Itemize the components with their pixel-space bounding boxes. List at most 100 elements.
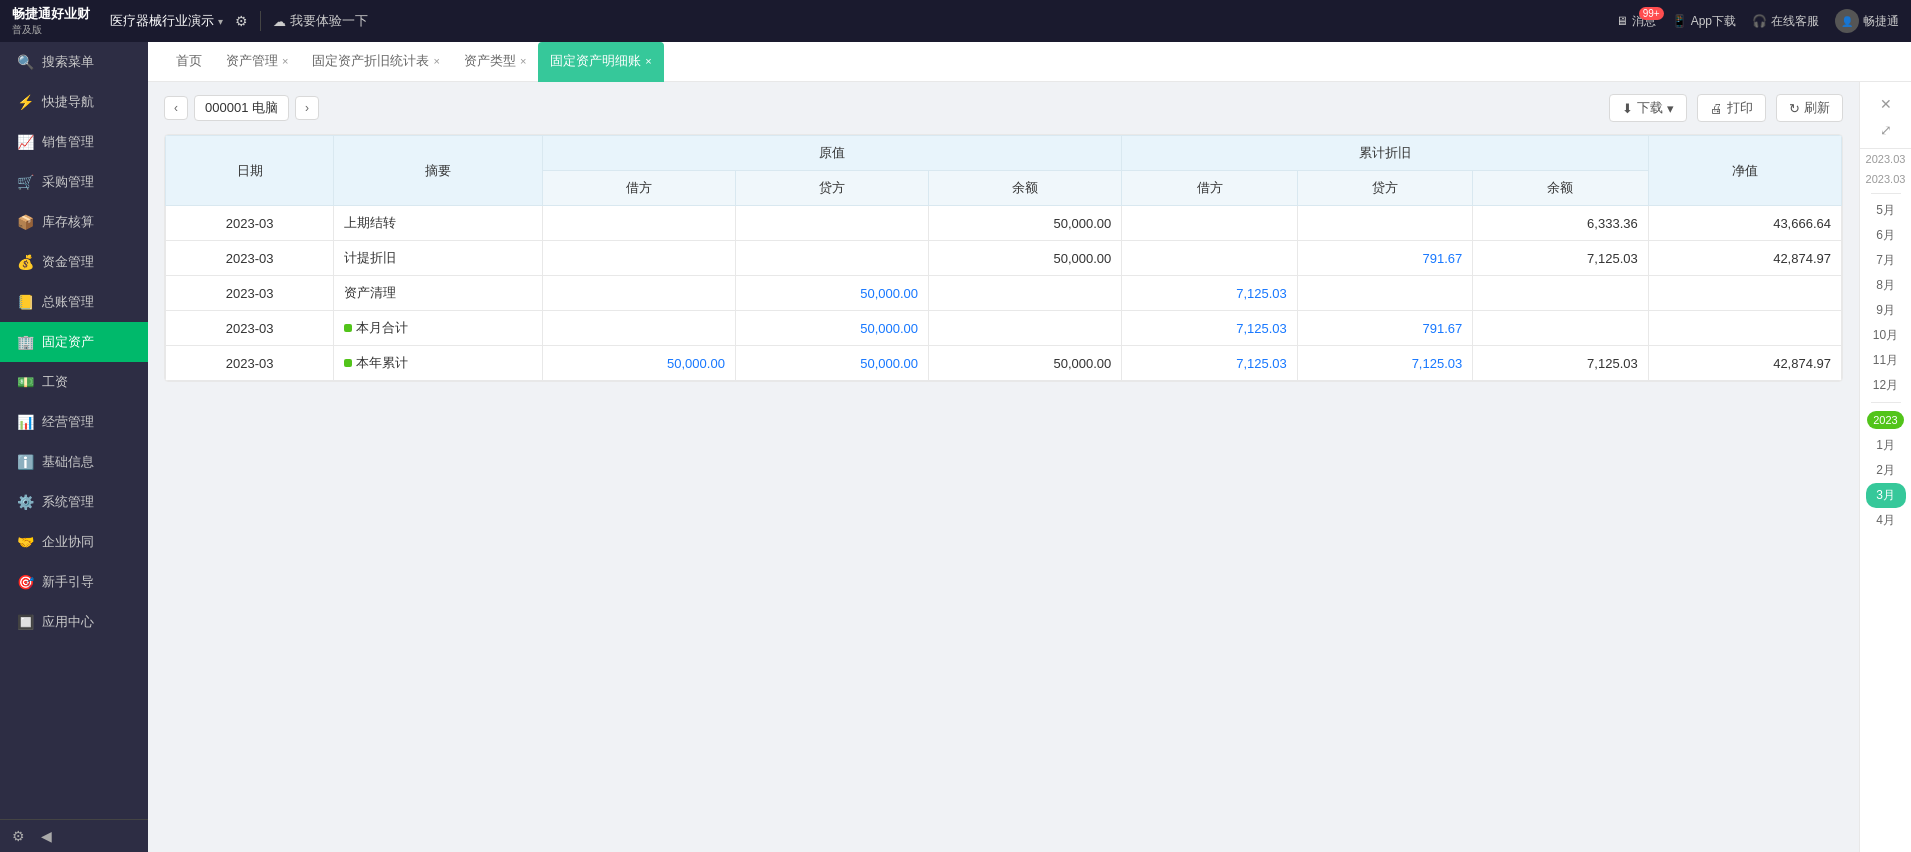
col-accumulated-depreciation: 累计折旧 — [1122, 136, 1648, 171]
asset-code-tag: 000001 电脑 — [194, 95, 289, 121]
col-net-value: 净值 — [1648, 136, 1841, 206]
sidebar-footer: ⚙ ◀ — [0, 819, 148, 852]
table-row: 2023-03本年累计50,000.0050,000.0050,000.007,… — [166, 346, 1842, 381]
sidebar-item-guide[interactable]: 🎯 新手引导 — [0, 562, 148, 602]
sidebar-item-operations[interactable]: 📊 经营管理 — [0, 402, 148, 442]
page-content: ‹ 000001 电脑 › ⬇ 下载 ▾ 🖨 打印 — [148, 82, 1911, 852]
sidebar-item-search[interactable]: 🔍 搜索菜单 — [0, 42, 148, 82]
col-acc-balance: 余额 — [1473, 171, 1648, 206]
refresh-btn[interactable]: ↻ 刷新 — [1776, 94, 1843, 122]
enterprise-icon: 🤝 — [16, 533, 34, 551]
main-layout: 🔍 搜索菜单 ⚡ 快捷导航 📈 销售管理 🛒 采购管理 📦 库存核算 💰 — [0, 42, 1911, 852]
tab-fixed-asset-depreciation[interactable]: 固定资产折旧统计表 × — [300, 42, 451, 82]
fixed-assets-icon: 🏢 — [16, 333, 34, 351]
headset-icon: 🎧 — [1752, 14, 1767, 28]
ledger-icon: 📒 — [16, 293, 34, 311]
month-mar-active[interactable]: 3月 — [1866, 483, 1906, 508]
salary-icon: 💵 — [16, 373, 34, 391]
top-bar-right: 🖥 消息 99+ 📱 App下载 🎧 在线客服 👤 畅捷通 — [1616, 9, 1899, 33]
close-tab-depreciation[interactable]: × — [433, 55, 439, 67]
sidebar-item-fund[interactable]: 💰 资金管理 — [0, 242, 148, 282]
table-row: 2023-03计提折旧50,000.00791.677,125.0342,874… — [166, 241, 1842, 276]
basic-info-icon: ℹ️ — [16, 453, 34, 471]
sidebar-item-inventory[interactable]: 📦 库存核算 — [0, 202, 148, 242]
experience-btn[interactable]: ☁ 我要体验一下 — [273, 12, 368, 30]
timeline-date-2: 2023.03 — [1866, 169, 1906, 189]
toolbar-actions: ⬇ 下载 ▾ 🖨 打印 ↻ 刷新 — [1609, 94, 1843, 122]
prev-asset-btn[interactable]: ‹ — [164, 96, 188, 120]
month-12[interactable]: 12月 — [1866, 373, 1906, 398]
main-content: ‹ 000001 电脑 › ⬇ 下载 ▾ 🖨 打印 — [148, 82, 1859, 852]
timeline-panel: ✕ ⤢ 2023.03 2023.03 5月 6月 7月 8月 9月 10月 1… — [1859, 82, 1911, 852]
month-8[interactable]: 8月 — [1866, 273, 1906, 298]
sidebar-item-basic-info[interactable]: ℹ️ 基础信息 — [0, 442, 148, 482]
sidebar-item-salary[interactable]: 💵 工资 — [0, 362, 148, 402]
user-menu-btn[interactable]: 👤 畅捷通 — [1835, 9, 1899, 33]
sidebar-item-app-center[interactable]: 🔲 应用中心 — [0, 602, 148, 642]
tab-bar: 首页 资产管理 × 固定资产折旧统计表 × 资产类型 × 固定资产明细账 × — [148, 42, 1911, 82]
detail-table: 日期 摘要 原值 累计折旧 净值 借方 贷方 余额 借方 — [165, 135, 1842, 381]
expand-panel-btn[interactable]: ⤢ — [1876, 118, 1896, 142]
logo: 畅捷通好业财 普及版 — [12, 6, 90, 36]
col-date: 日期 — [166, 136, 334, 206]
collapse-sidebar-icon[interactable]: ◀ — [41, 828, 52, 844]
month-jan[interactable]: 1月 — [1866, 433, 1906, 458]
month-feb[interactable]: 2月 — [1866, 458, 1906, 483]
print-icon: 🖨 — [1710, 101, 1723, 116]
col-acc-credit: 贷方 — [1297, 171, 1472, 206]
tab-home[interactable]: 首页 — [164, 42, 214, 82]
sidebar: 🔍 搜索菜单 ⚡ 快捷导航 📈 销售管理 🛒 采购管理 📦 库存核算 💰 — [0, 42, 148, 852]
sidebar-scroll: 🔍 搜索菜单 ⚡ 快捷导航 📈 销售管理 🛒 采购管理 📦 库存核算 💰 — [0, 42, 148, 819]
divider-2 — [1871, 402, 1901, 403]
quick-nav-icon: ⚡ — [16, 93, 34, 111]
system-icon: ⚙️ — [16, 493, 34, 511]
next-asset-btn[interactable]: › — [295, 96, 319, 120]
sidebar-item-enterprise[interactable]: 🤝 企业协同 — [0, 522, 148, 562]
table-header-row-1: 日期 摘要 原值 累计折旧 净值 — [166, 136, 1842, 171]
sidebar-item-sales[interactable]: 📈 销售管理 — [0, 122, 148, 162]
download-icon: 📱 — [1672, 14, 1687, 28]
close-tab-asset-management[interactable]: × — [282, 55, 288, 67]
purchase-icon: 🛒 — [16, 173, 34, 191]
notifications-btn[interactable]: 🖥 消息 99+ — [1616, 13, 1656, 30]
inventory-icon: 📦 — [16, 213, 34, 231]
sidebar-item-purchase[interactable]: 🛒 采购管理 — [0, 162, 148, 202]
sidebar-item-quick-nav[interactable]: ⚡ 快捷导航 — [0, 82, 148, 122]
tab-asset-management[interactable]: 资产管理 × — [214, 42, 300, 82]
table-row: 2023-03资产清理50,000.007,125.03 — [166, 276, 1842, 311]
sidebar-item-system[interactable]: ⚙️ 系统管理 — [0, 482, 148, 522]
month-apr[interactable]: 4月 — [1866, 508, 1906, 533]
month-11[interactable]: 11月 — [1866, 348, 1906, 373]
print-btn[interactable]: 🖨 打印 — [1697, 94, 1766, 122]
col-original-value: 原值 — [542, 136, 1122, 171]
close-panel-btn[interactable]: ✕ — [1876, 92, 1896, 116]
month-10[interactable]: 10月 — [1866, 323, 1906, 348]
download-icon: ⬇ — [1622, 101, 1633, 116]
operations-icon: 📊 — [16, 413, 34, 431]
month-9[interactable]: 9月 — [1866, 298, 1906, 323]
col-orig-balance: 余额 — [929, 171, 1122, 206]
customer-service-btn[interactable]: 🎧 在线客服 — [1752, 13, 1819, 30]
app-download-btn[interactable]: 📱 App下载 — [1672, 13, 1736, 30]
tab-asset-type[interactable]: 资产类型 × — [452, 42, 538, 82]
download-btn[interactable]: ⬇ 下载 ▾ — [1609, 94, 1687, 122]
sidebar-item-fixed-assets[interactable]: 🏢 固定资产 — [0, 322, 148, 362]
month-5[interactable]: 5月 — [1866, 198, 1906, 223]
company-dropdown-icon: ▾ — [218, 16, 223, 27]
year-2023-badge[interactable]: 2023 — [1867, 411, 1903, 429]
month-7[interactable]: 7月 — [1866, 248, 1906, 273]
sidebar-item-ledger[interactable]: 📒 总账管理 — [0, 282, 148, 322]
tab-fixed-asset-detail[interactable]: 固定资产明细账 × — [538, 42, 663, 82]
company-settings-icon[interactable]: ⚙ — [235, 13, 248, 29]
col-acc-debit: 借方 — [1122, 171, 1297, 206]
cloud-icon: ☁ — [273, 14, 286, 29]
sales-icon: 📈 — [16, 133, 34, 151]
company-selector[interactable]: 医疗器械行业演示 ▾ — [110, 12, 223, 30]
app-center-icon: 🔲 — [16, 613, 34, 631]
close-tab-fixed-asset-detail[interactable]: × — [645, 55, 651, 67]
fund-icon: 💰 — [16, 253, 34, 271]
close-tab-asset-type[interactable]: × — [520, 55, 526, 67]
settings-footer-icon[interactable]: ⚙ — [12, 828, 25, 844]
month-6[interactable]: 6月 — [1866, 223, 1906, 248]
divider — [260, 11, 261, 31]
